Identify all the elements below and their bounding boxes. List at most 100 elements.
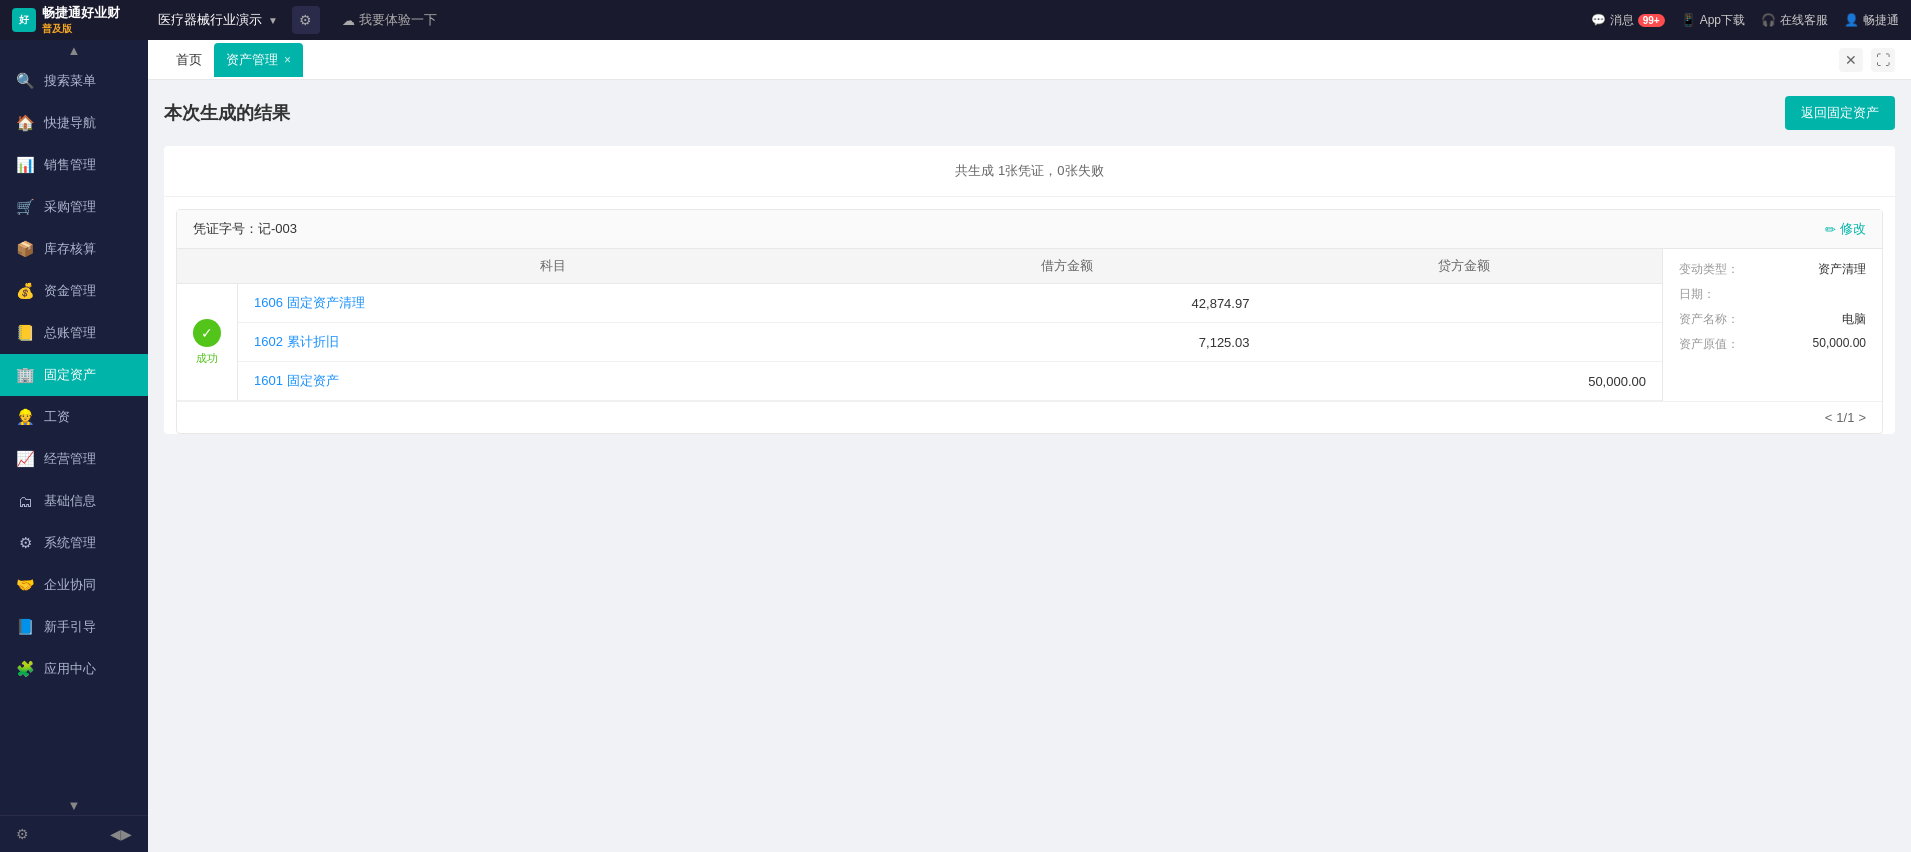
success-label: 成功 bbox=[193, 351, 221, 366]
company-selector[interactable]: 医疗器械行业演示 ▼ ⚙ ☁ 我要体验一下 bbox=[158, 6, 1591, 34]
sidebar-item-basic-info[interactable]: 🗂 基础信息 bbox=[0, 480, 148, 522]
sidebar-item-label: 销售管理 bbox=[44, 156, 96, 174]
sidebar-item-appstore[interactable]: 🧩 应用中心 bbox=[0, 648, 148, 690]
voucher-header: 凭证字号：记-003 ✏ 修改 bbox=[177, 210, 1882, 249]
logo-icon: 好 bbox=[12, 8, 36, 32]
row1-debit: 42,874.97 bbox=[869, 284, 1266, 323]
system-icon: ⚙ bbox=[16, 534, 34, 552]
sidebar-item-label: 应用中心 bbox=[44, 660, 96, 678]
app-name: 畅捷通好业财 bbox=[42, 4, 120, 22]
sidebar-item-ledger[interactable]: 📒 总账管理 bbox=[0, 312, 148, 354]
col-subject: 科目 bbox=[238, 249, 869, 284]
sidebar-item-quicknav[interactable]: 🏠 快捷导航 bbox=[0, 102, 148, 144]
sidebar-nav: 🔍 搜索菜单 🏠 快捷导航 📊 销售管理 🛒 采购管理 📦 库存核算 💰 bbox=[0, 60, 148, 795]
trial-text[interactable]: 我要体验一下 bbox=[359, 11, 437, 29]
col-credit: 贷方金额 bbox=[1265, 249, 1662, 284]
ledger-icon: 📒 bbox=[16, 324, 34, 342]
success-checkmark-icon: ✓ bbox=[193, 319, 221, 347]
result-panel: 共生成 1张凭证，0张失败 凭证字号：记-003 ✏ 修改 bbox=[164, 146, 1895, 434]
asset-name-value: 电脑 bbox=[1842, 311, 1866, 328]
customer-service-button[interactable]: 🎧 在线客服 bbox=[1761, 12, 1828, 29]
version-tag: 普及版 bbox=[42, 22, 120, 36]
sidebar-item-payroll[interactable]: 👷 工资 bbox=[0, 396, 148, 438]
info-change-type: 变动类型： 资产清理 bbox=[1679, 261, 1866, 278]
asset-value-label: 资产原值： bbox=[1679, 336, 1739, 353]
settings-bottom-icon[interactable]: ⚙ bbox=[16, 826, 29, 842]
row1-subject: 1606 固定资产清理 bbox=[238, 284, 869, 323]
table-row: 1602 累计折旧 7,125.03 bbox=[177, 323, 1662, 362]
voucher-side-info: 变动类型： 资产清理 日期： 资产名称： 电脑 bbox=[1662, 249, 1882, 401]
info-asset-value: 资产原值： 50,000.00 bbox=[1679, 336, 1866, 353]
message-label: 消息 bbox=[1610, 12, 1634, 29]
voucher-body: 科目 借方金额 贷方金额 ✓ bbox=[177, 249, 1882, 401]
table-row: 1601 固定资产 50,000.00 bbox=[177, 362, 1662, 401]
sidebar-item-search[interactable]: 🔍 搜索菜单 bbox=[0, 60, 148, 102]
tab-close-button[interactable]: × bbox=[284, 53, 291, 67]
row3-subject: 1601 固定资产 bbox=[238, 362, 869, 401]
col-status bbox=[177, 249, 238, 284]
panel-expand-button[interactable]: ⛶ bbox=[1871, 48, 1895, 72]
row2-debit: 7,125.03 bbox=[869, 323, 1266, 362]
sidebar-item-operations[interactable]: 📈 经营管理 bbox=[0, 438, 148, 480]
app-download-button[interactable]: 📱 App下载 bbox=[1681, 12, 1745, 29]
sidebar-item-label: 基础信息 bbox=[44, 492, 96, 510]
username-label: 畅捷通 bbox=[1863, 12, 1899, 29]
customer-service-label: 在线客服 bbox=[1780, 12, 1828, 29]
purchase-icon: 🛒 bbox=[16, 198, 34, 216]
pagination-prev[interactable]: < bbox=[1825, 410, 1833, 425]
return-button[interactable]: 返回固定资产 bbox=[1785, 96, 1895, 130]
trial-section: ☁ 我要体验一下 bbox=[342, 11, 437, 29]
sidebar-item-guide[interactable]: 📘 新手引导 bbox=[0, 606, 148, 648]
tab-active-label: 资产管理 bbox=[226, 51, 278, 69]
collapse-icon[interactable]: ◀▶ bbox=[110, 826, 132, 842]
sidebar-item-inventory[interactable]: 📦 库存核算 bbox=[0, 228, 148, 270]
sidebar-item-label: 采购管理 bbox=[44, 198, 96, 216]
user-profile-button[interactable]: 👤 畅捷通 bbox=[1844, 12, 1899, 29]
enterprise-icon: 🤝 bbox=[16, 576, 34, 594]
operations-icon: 📈 bbox=[16, 450, 34, 468]
sidebar: ▲ 🔍 搜索菜单 🏠 快捷导航 📊 销售管理 🛒 采购管理 📦 库存核算 bbox=[0, 40, 148, 852]
asset-value-value: 50,000.00 bbox=[1813, 336, 1866, 353]
sidebar-item-sales[interactable]: 📊 销售管理 bbox=[0, 144, 148, 186]
sidebar-scroll-down[interactable]: ▼ bbox=[0, 795, 148, 815]
settings-button[interactable]: ⚙ bbox=[292, 6, 320, 34]
row2-credit bbox=[1265, 323, 1662, 362]
sidebar-item-funds[interactable]: 💰 资金管理 bbox=[0, 270, 148, 312]
sidebar-item-label: 资金管理 bbox=[44, 282, 96, 300]
row1-credit bbox=[1265, 284, 1662, 323]
table-row: ✓ 成功 1606 固定资产清理 42,874.97 bbox=[177, 284, 1662, 323]
voucher-table: 科目 借方金额 贷方金额 ✓ bbox=[177, 249, 1662, 401]
voucher-number: 凭证字号：记-003 bbox=[193, 220, 297, 238]
logo: 好 畅捷通好业财 普及版 bbox=[12, 4, 142, 36]
sidebar-scroll-up[interactable]: ▲ bbox=[0, 40, 148, 60]
page-content: 本次生成的结果 返回固定资产 共生成 1张凭证，0张失败 凭证字号：记-003 … bbox=[148, 80, 1911, 852]
messages-button[interactable]: 💬 消息 99+ bbox=[1591, 12, 1665, 29]
row3-credit: 50,000.00 bbox=[1265, 362, 1662, 401]
company-name: 医疗器械行业演示 bbox=[158, 11, 262, 29]
pagination-next[interactable]: > bbox=[1858, 410, 1866, 425]
home-icon: 🏠 bbox=[16, 114, 34, 132]
sidebar-item-label: 工资 bbox=[44, 408, 70, 426]
sidebar-item-enterprise[interactable]: 🤝 企业协同 bbox=[0, 564, 148, 606]
voucher-edit-button[interactable]: ✏ 修改 bbox=[1825, 220, 1866, 238]
payroll-icon: 👷 bbox=[16, 408, 34, 426]
app-download-label: App下载 bbox=[1700, 12, 1745, 29]
appstore-icon: 🧩 bbox=[16, 660, 34, 678]
col-debit: 借方金额 bbox=[869, 249, 1266, 284]
change-type-label: 变动类型： bbox=[1679, 261, 1739, 278]
top-bar: 好 畅捷通好业财 普及版 医疗器械行业演示 ▼ ⚙ ☁ 我要体验一下 💬 消息 … bbox=[0, 0, 1911, 40]
tab-asset-management[interactable]: 资产管理 × bbox=[214, 43, 303, 77]
row2-subject: 1602 累计折旧 bbox=[238, 323, 869, 362]
sales-icon: 📊 bbox=[16, 156, 34, 174]
sidebar-item-label: 总账管理 bbox=[44, 324, 96, 342]
sidebar-item-system[interactable]: ⚙ 系统管理 bbox=[0, 522, 148, 564]
sidebar-item-fixed-assets[interactable]: 🏢 固定资产 bbox=[0, 354, 148, 396]
page-title: 本次生成的结果 bbox=[164, 101, 290, 125]
panel-close-button[interactable]: ✕ bbox=[1839, 48, 1863, 72]
sidebar-item-label: 固定资产 bbox=[44, 366, 96, 384]
tab-home[interactable]: 首页 bbox=[164, 43, 214, 77]
edit-icon: ✏ bbox=[1825, 222, 1836, 237]
sidebar-item-label: 新手引导 bbox=[44, 618, 96, 636]
row3-debit bbox=[869, 362, 1266, 401]
sidebar-item-purchase[interactable]: 🛒 采购管理 bbox=[0, 186, 148, 228]
